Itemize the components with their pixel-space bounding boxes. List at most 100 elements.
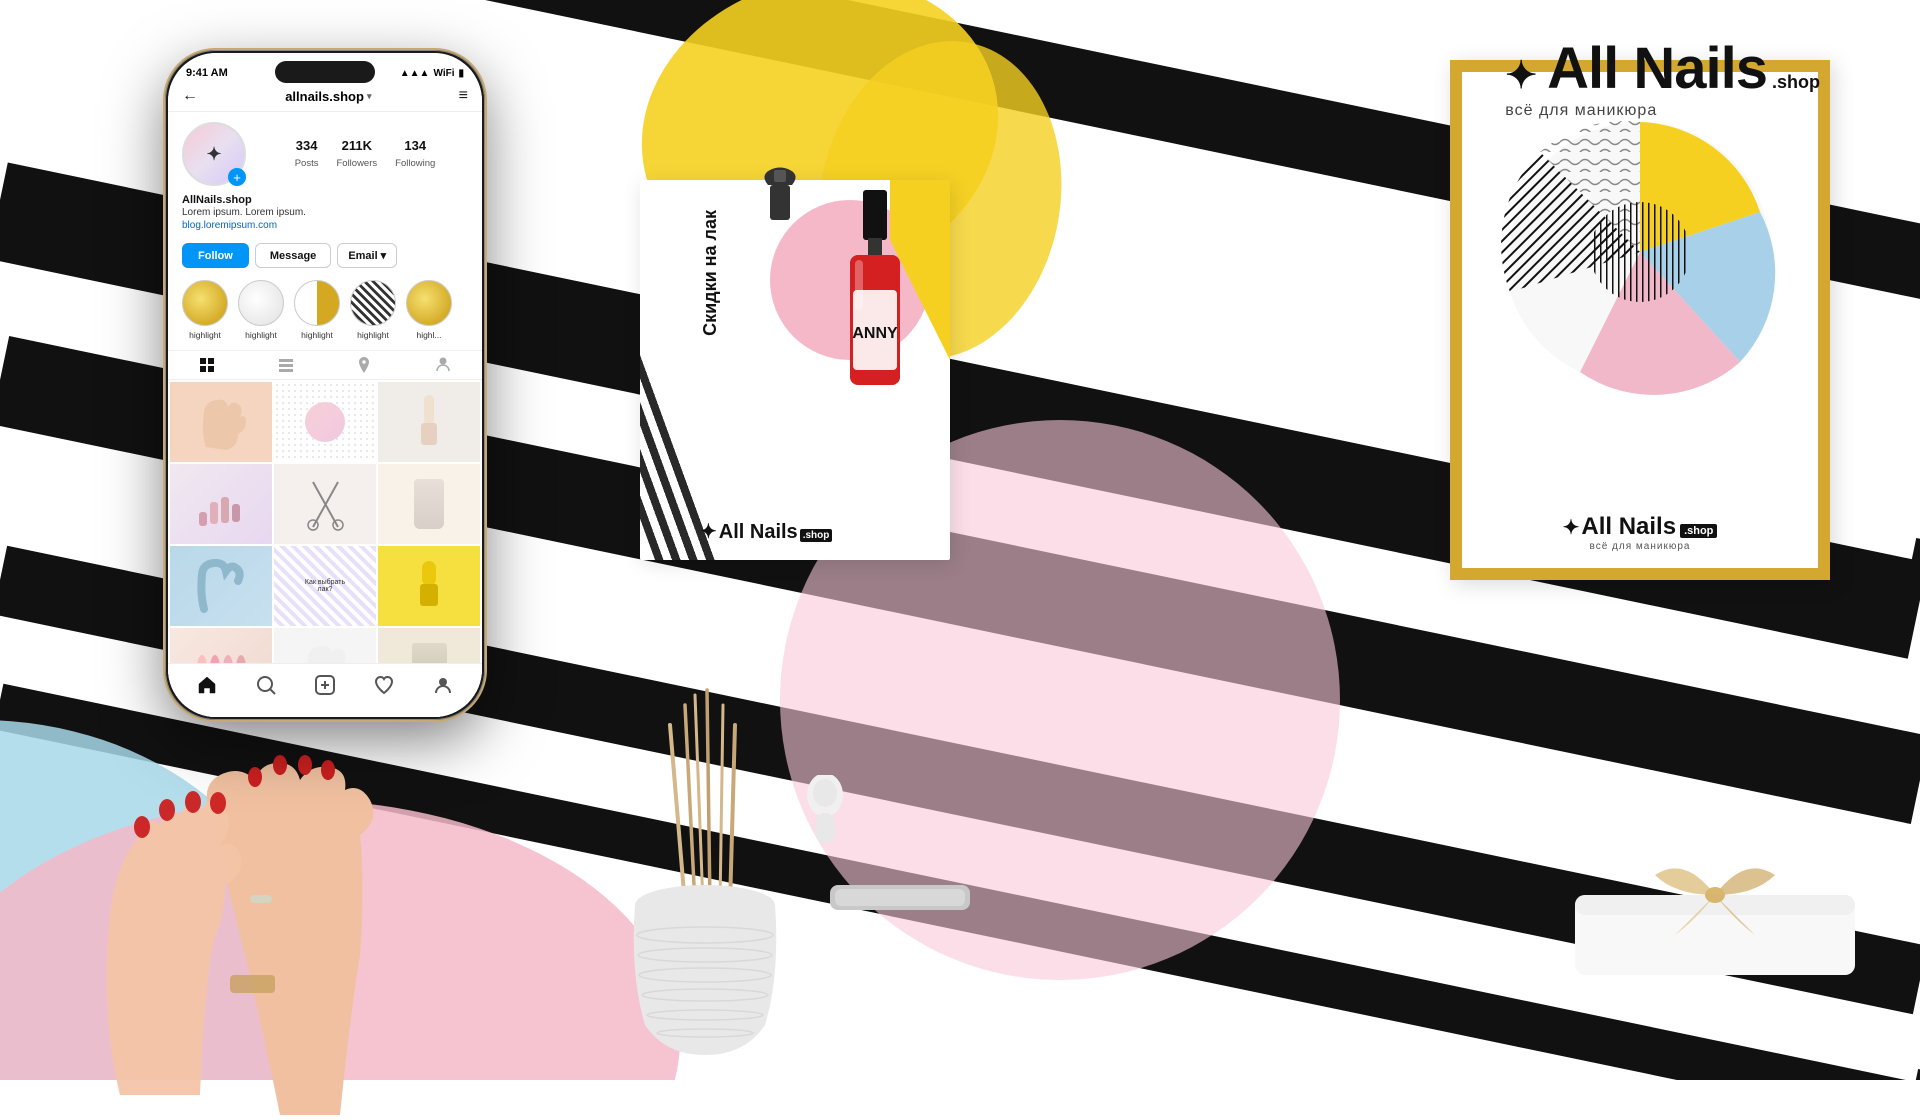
main-container: ✦ All Nails .shop всё для маникюра 9:41 …	[0, 0, 1920, 1080]
promo-headline: Скидки на лак	[700, 210, 722, 336]
ig-highlight-circle-1	[182, 280, 228, 326]
ig-highlight-label-4: highlight	[357, 330, 389, 340]
signal-icon: ▲▲▲	[400, 68, 430, 79]
ig-follow-plus[interactable]: +	[228, 168, 246, 186]
brand-tagline: всё для маникюра	[1505, 102, 1820, 120]
ig-grid-cell-1[interactable]	[170, 382, 272, 462]
ig-nav-add[interactable]	[314, 674, 336, 701]
ig-highlight-label-3: highlight	[301, 330, 333, 340]
frame-logo-tagline: всё для маникюра	[1563, 541, 1718, 552]
nail-polish-bottle: ANNY	[835, 190, 915, 415]
ig-grid-cell-6[interactable]	[378, 464, 480, 544]
left-hand	[60, 715, 280, 1100]
ig-status-icons: ▲▲▲ WiFi ▮	[400, 68, 464, 79]
ig-grid-cell-3[interactable]	[378, 382, 480, 462]
ig-email-dropdown-icon: ▾	[381, 249, 387, 262]
ig-highlight-circle-2	[238, 280, 284, 326]
ig-followers-label: Followers	[336, 158, 377, 169]
ig-grid-cell-5[interactable]	[274, 464, 376, 544]
promo-logo-icon: ✦	[700, 519, 717, 544]
ig-highlight-label-2: highlight	[245, 330, 277, 340]
ig-nav-heart[interactable]	[373, 674, 395, 701]
ig-grid-cell-9[interactable]	[378, 546, 480, 626]
ig-username: allnails.shop ▾	[285, 89, 371, 104]
ig-highlights: highlight highlight highlight	[168, 276, 482, 350]
promo-logo-shop: .shop	[800, 529, 833, 542]
wifi-icon: WiFi	[433, 68, 454, 79]
ig-message-button[interactable]: Message	[255, 243, 331, 268]
ig-email-button[interactable]: Email ▾	[337, 243, 397, 268]
ig-photo-grid: Как выбратьлак?	[168, 380, 482, 710]
instagram-screen: 9:41 AM ▲▲▲ WiFi ▮ ← allnails.shop	[168, 53, 482, 717]
ig-username-text: allnails.shop	[285, 89, 364, 104]
ig-highlight-circle-4	[350, 280, 396, 326]
binder-clip	[760, 165, 800, 230]
ig-tab-location[interactable]	[325, 357, 404, 373]
ig-highlight-5[interactable]: highl...	[406, 280, 452, 340]
ig-profile-row: ✦ + 334 Posts 211K Followers	[168, 112, 482, 192]
ig-bio-name: AllNails.shop	[182, 194, 468, 206]
ig-menu-button[interactable]: ≡	[459, 87, 468, 105]
brand-frame-inner: ✦ All Nails .shop всё для маникюра	[1462, 72, 1818, 568]
vase-decoration	[595, 675, 815, 1060]
ig-highlight-3[interactable]: highlight	[294, 280, 340, 340]
promo-card: ANNY Скидки на лак ✦ All Nails .shop	[640, 180, 950, 560]
phone-mockup: 9:41 AM ▲▲▲ WiFi ▮ ← allnails.shop	[145, 30, 505, 810]
ig-follow-button[interactable]: Follow	[182, 243, 249, 268]
frame-logo-all: All Nails	[1581, 513, 1676, 541]
ig-avatar-logo: ✦	[206, 144, 221, 165]
battery-icon: ▮	[458, 68, 464, 79]
ig-followers-count: 211K	[336, 138, 377, 153]
ig-highlight-label-1: highlight	[189, 330, 221, 340]
ig-chevron-icon: ▾	[367, 91, 372, 102]
ig-highlight-2[interactable]: highlight	[238, 280, 284, 340]
ig-bottom-nav	[168, 663, 482, 717]
ig-tab-bar	[168, 350, 482, 380]
ig-nav-home[interactable]	[196, 674, 218, 701]
ig-grid-cell-8[interactable]: Как выбратьлак?	[274, 546, 376, 626]
white-figurine	[795, 775, 855, 860]
ig-tab-grid[interactable]	[168, 357, 247, 373]
ig-following-label: Following	[395, 158, 435, 169]
ig-highlight-circle-5	[406, 280, 452, 326]
brand-name-all: All Nails	[1547, 40, 1767, 98]
brand-frame: ✦ All Nails .shop всё для маникюра	[1450, 60, 1830, 580]
ig-stat-followers: 211K Followers	[336, 138, 377, 171]
ig-tab-list[interactable]	[247, 357, 326, 373]
ig-posts-count: 334	[295, 138, 319, 153]
ig-highlight-1[interactable]: highlight	[182, 280, 228, 340]
ig-nav-profile[interactable]	[432, 674, 454, 701]
ig-grid-cell-4[interactable]	[170, 464, 272, 544]
color-wheel-svg	[1480, 92, 1800, 412]
frame-logo: ✦ All Nails .shop всё для маникюра	[1563, 513, 1718, 552]
ig-grid-cell-2[interactable]	[274, 382, 376, 462]
phone-inner: 9:41 AM ▲▲▲ WiFi ▮ ← allnails.shop	[168, 53, 482, 717]
ig-back-button[interactable]: ←	[182, 87, 198, 105]
promo-brand-logo: ✦ All Nails .shop	[700, 519, 832, 544]
ig-bio-link[interactable]: blog.loremipsum.com	[182, 220, 468, 231]
ig-grid-cell-7[interactable]	[170, 546, 272, 626]
ig-stats: 334 Posts 211K Followers 134 Following	[262, 138, 468, 171]
ig-stat-following: 134 Following	[395, 138, 435, 171]
ig-bio: AllNails.shop Lorem ipsum. Lorem ipsum. …	[168, 192, 482, 239]
brand-shop-badge: .shop	[1772, 73, 1820, 91]
ig-time: 9:41 AM	[186, 67, 228, 79]
brand-logo-icon: ✦	[1505, 57, 1537, 95]
promo-logo-text: All Nails	[719, 521, 798, 544]
ig-tab-person[interactable]	[404, 357, 483, 373]
phone-frame: 9:41 AM ▲▲▲ WiFi ▮ ← allnails.shop	[165, 50, 485, 720]
ig-highlight-4[interactable]: highlight	[350, 280, 396, 340]
ig-posts-label: Posts	[295, 158, 319, 169]
ig-action-row: Follow Message Email ▾	[168, 239, 482, 276]
svg-text:ANNY: ANNY	[852, 325, 898, 342]
ig-bio-text: Lorem ipsum. Lorem ipsum.	[182, 206, 468, 220]
ig-stat-posts: 334 Posts	[295, 138, 319, 171]
ig-email-label: Email	[348, 250, 377, 262]
gift-decoration	[1565, 815, 1865, 1020]
ig-nav-search[interactable]	[255, 674, 277, 701]
ig-following-count: 134	[395, 138, 435, 153]
phone-screen: 9:41 AM ▲▲▲ WiFi ▮ ← allnails.shop	[168, 53, 482, 717]
ig-highlight-label-5: highl...	[416, 330, 441, 340]
frame-logo-icon: ✦	[1563, 515, 1580, 540]
nail-buffer	[830, 875, 970, 920]
